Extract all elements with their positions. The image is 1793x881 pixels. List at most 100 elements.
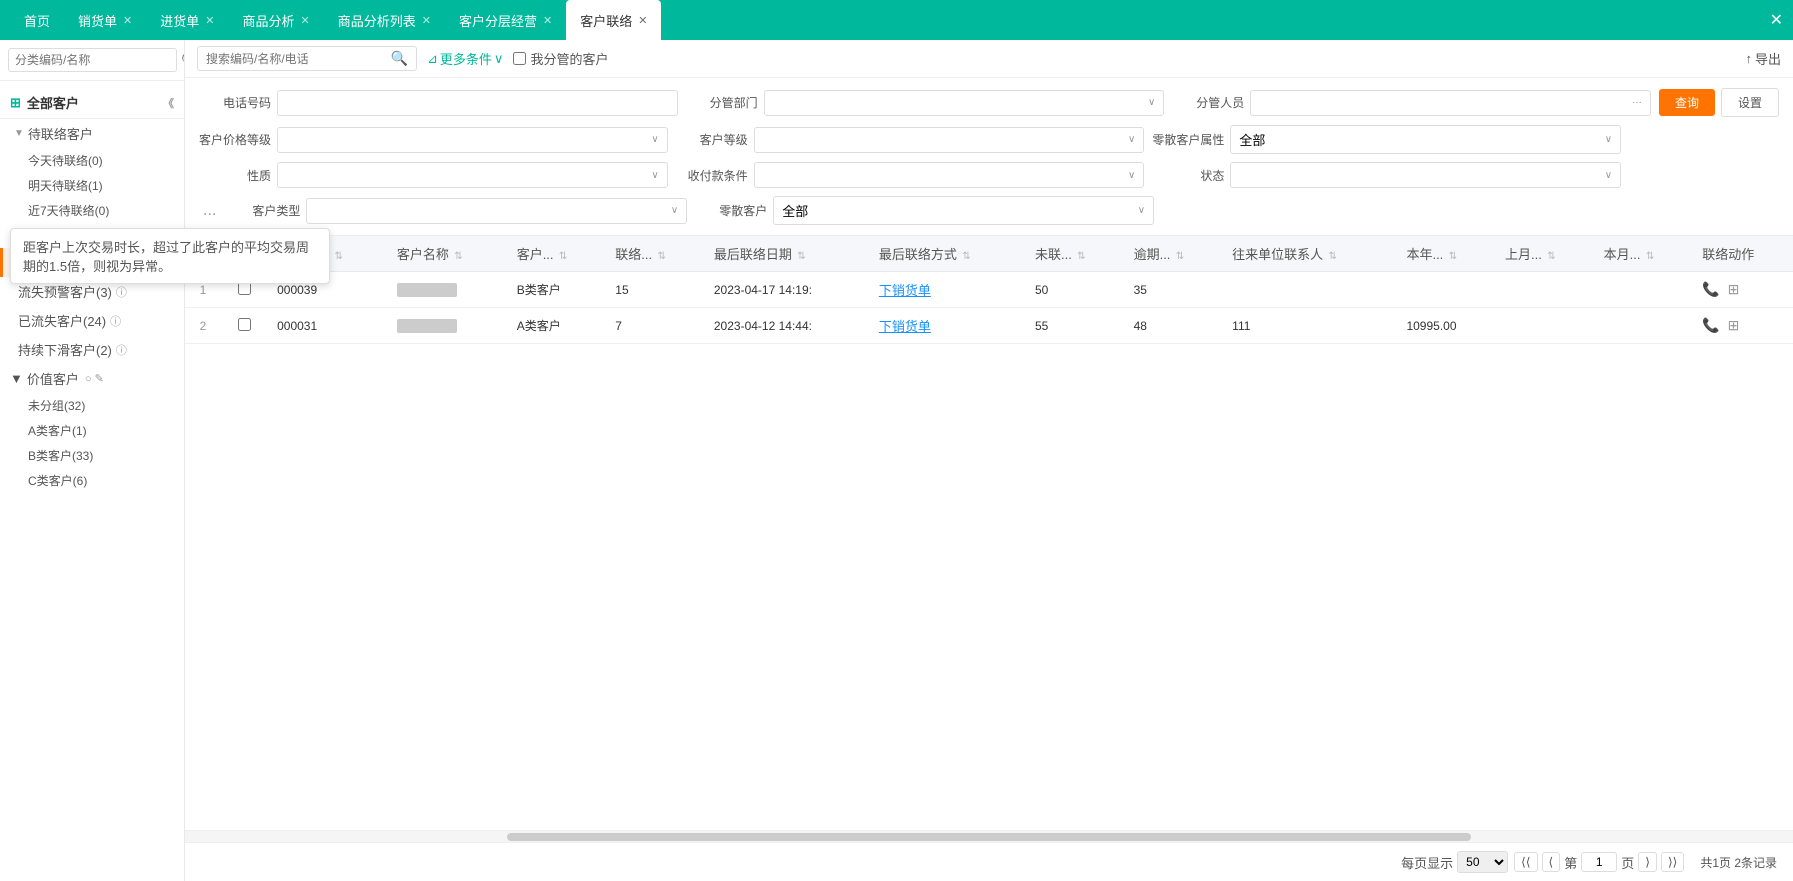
row-checkbox-cell[interactable] [221, 308, 267, 344]
tree-group-churned[interactable]: 已流失客户(24) ⓘ [0, 306, 184, 335]
edit-icon[interactable]: ○ ✎ [85, 372, 104, 385]
customer-type-select[interactable]: ∨ [306, 198, 687, 224]
page-number-input[interactable] [1581, 852, 1617, 872]
nav-customer-contact[interactable]: 客户联络 ✕ [566, 0, 661, 40]
tree-leaf-tomorrow[interactable]: 明天待联络(1) [0, 173, 184, 198]
sort-icon[interactable]: ⇅ [1449, 251, 1457, 262]
filter-dept: 分管部门 ∨ [686, 90, 1165, 116]
search-wrap: 🔍 [197, 46, 417, 71]
sort-icon[interactable]: ⇅ [1646, 251, 1654, 262]
ellipsis-button[interactable]: ... [199, 202, 220, 219]
filter-row-2: 客户价格等级 ∨ 客户等级 ∨ 零散客户属性 全部 [199, 125, 1779, 154]
tree-group-declining[interactable]: 持续下滑客户(2) ⓘ [0, 335, 184, 364]
sidebar-search-input[interactable] [8, 48, 177, 72]
gender-select[interactable]: ∨ [277, 162, 668, 188]
tree-leaf-7days[interactable]: 近7天待联络(0) [0, 198, 184, 223]
phone-action-icon[interactable]: 📞 [1702, 281, 1719, 298]
related-person-cell [1222, 272, 1396, 308]
filter-status: 状态 ∨ [1152, 162, 1621, 188]
nav-purchase[interactable]: 进货单 ✕ [146, 0, 228, 40]
tree-leaf-ungrouped[interactable]: 未分组(32) [0, 393, 184, 418]
dept-select[interactable]: ∨ [764, 90, 1165, 116]
last-contact-date-cell: 2023-04-12 14:44: [704, 308, 869, 344]
arrow-icon: ▼ [10, 371, 23, 386]
retail-customer-select[interactable]: 全部 ∨ [773, 196, 1154, 225]
setting-button[interactable]: 设置 [1721, 88, 1779, 117]
price-grade-select[interactable]: ∨ [277, 127, 668, 153]
customer-grade-select[interactable]: ∨ [754, 127, 1145, 153]
main-search-icon[interactable]: 🔍 [391, 50, 408, 67]
sort-icon[interactable]: ⇅ [797, 251, 805, 262]
close-purchase-tab[interactable]: ✕ [205, 14, 214, 27]
tree-leaf-today[interactable]: 今天待联络(0) [0, 148, 184, 173]
retail-attr-select[interactable]: 全部 ∨ [1230, 125, 1621, 154]
nav-sales[interactable]: 销货单 ✕ [64, 0, 146, 40]
filter-customer-type: 客户类型 ∨ [228, 198, 687, 224]
sort-icon[interactable]: ⇅ [1176, 251, 1184, 262]
scroll-thumb[interactable] [507, 833, 1472, 841]
last-page-button[interactable]: ⟩⟩ [1661, 852, 1684, 872]
retail-customer-label: 零散客户 [695, 202, 767, 219]
tree-leaf-class-a[interactable]: A类客户(1) [0, 418, 184, 443]
sort-icon[interactable]: ⇅ [334, 251, 342, 262]
close-sales-tab[interactable]: ✕ [123, 14, 132, 27]
filter-gender: 性质 ∨ [199, 162, 668, 188]
chevron-down-icon: ∨ [1128, 170, 1135, 181]
sort-icon[interactable]: ⇅ [962, 251, 970, 262]
more-conditions-btn[interactable]: ⊿ 更多条件 ∨ [427, 49, 503, 68]
tree-leaf-class-b[interactable]: B类客户(33) [0, 443, 184, 468]
person-label: 分管人员 [1172, 94, 1244, 111]
more-action-icon[interactable]: ⊞ [1728, 281, 1740, 298]
th-overdue: 逾期... ⇅ [1124, 236, 1223, 272]
sort-icon[interactable]: ⇅ [657, 251, 665, 262]
nav-customer-segmentation[interactable]: 客户分层经营 ✕ [445, 0, 566, 40]
filter-person: 分管人员 ··· [1172, 90, 1651, 116]
tree-leaf-class-c[interactable]: C类客户(6) [0, 468, 184, 493]
nav-product-analysis[interactable]: 商品分析 ✕ [228, 0, 323, 40]
close-customer-contact-tab[interactable]: ✕ [638, 14, 647, 27]
contact-method-link[interactable]: 下销货单 [879, 283, 931, 298]
phone-action-icon[interactable]: 📞 [1702, 317, 1719, 334]
phone-input[interactable] [277, 90, 678, 116]
window-close-button[interactable]: ✕ [1770, 10, 1783, 30]
first-page-button[interactable]: ⟨⟨ [1514, 852, 1537, 872]
collapse-sidebar-icon[interactable]: 《 [163, 95, 174, 111]
sort-icon[interactable]: ⇅ [454, 251, 462, 262]
th-last-contact-date: 最后联络日期 ⇅ [704, 236, 869, 272]
th-this-year: 本年... ⇅ [1396, 236, 1495, 272]
sort-icon[interactable]: ⇅ [1077, 251, 1085, 262]
customer-type-label: 客户类型 [228, 202, 300, 219]
payment-select[interactable]: ∨ [754, 162, 1145, 188]
sort-icon[interactable]: ⇅ [1547, 251, 1555, 262]
person-select[interactable]: ··· [1250, 90, 1651, 116]
close-product-analysis-list-tab[interactable]: ✕ [422, 14, 431, 27]
sort-icon[interactable]: ⇅ [1329, 251, 1337, 262]
close-product-analysis-tab[interactable]: ✕ [301, 14, 310, 27]
tree-root-all-customers[interactable]: ⊞ 全部客户 《 [0, 87, 184, 119]
tree-section-value-customer[interactable]: ▼ 价值客户 ○ ✎ [0, 364, 184, 393]
last-month-cell [1495, 272, 1594, 308]
row-number: 2 [185, 308, 221, 344]
sort-icon[interactable]: ⇅ [559, 251, 567, 262]
nav-home[interactable]: 首页 [10, 0, 64, 40]
per-page-select[interactable]: 50 20 100 [1457, 851, 1508, 873]
query-button[interactable]: 查询 [1659, 89, 1715, 116]
status-select[interactable]: ∨ [1230, 162, 1621, 188]
prev-page-button[interactable]: ⟨ [1542, 852, 1561, 872]
filter-icon: ⊿ [427, 51, 438, 67]
close-customer-seg-tab[interactable]: ✕ [543, 14, 552, 27]
row-checkbox[interactable] [238, 318, 251, 331]
more-action-icon[interactable]: ⊞ [1728, 317, 1740, 334]
main-search-input[interactable] [206, 52, 391, 66]
tree-group-pending-label[interactable]: ▼ 待联络客户 [0, 119, 184, 148]
my-customer-checkbox[interactable] [513, 52, 526, 65]
nav-product-analysis-list[interactable]: 商品分析列表 ✕ [324, 0, 445, 40]
next-page-button[interactable]: ⟩ [1638, 852, 1657, 872]
pagination-bar: 每页显示 50 20 100 ⟨⟨ ⟨ 第 页 ⟩ ⟩⟩ 共1页 2条记录 [185, 842, 1793, 881]
horizontal-scrollbar[interactable] [185, 830, 1793, 842]
filter-retail-customer: 零散客户 全部 ∨ [695, 196, 1154, 225]
chevron-down-icon: ∨ [1138, 205, 1145, 216]
export-button[interactable]: ↑ 导出 [1745, 49, 1781, 68]
chevron-down-icon: ∨ [1128, 134, 1135, 145]
contact-method-link[interactable]: 下销货单 [879, 319, 931, 334]
